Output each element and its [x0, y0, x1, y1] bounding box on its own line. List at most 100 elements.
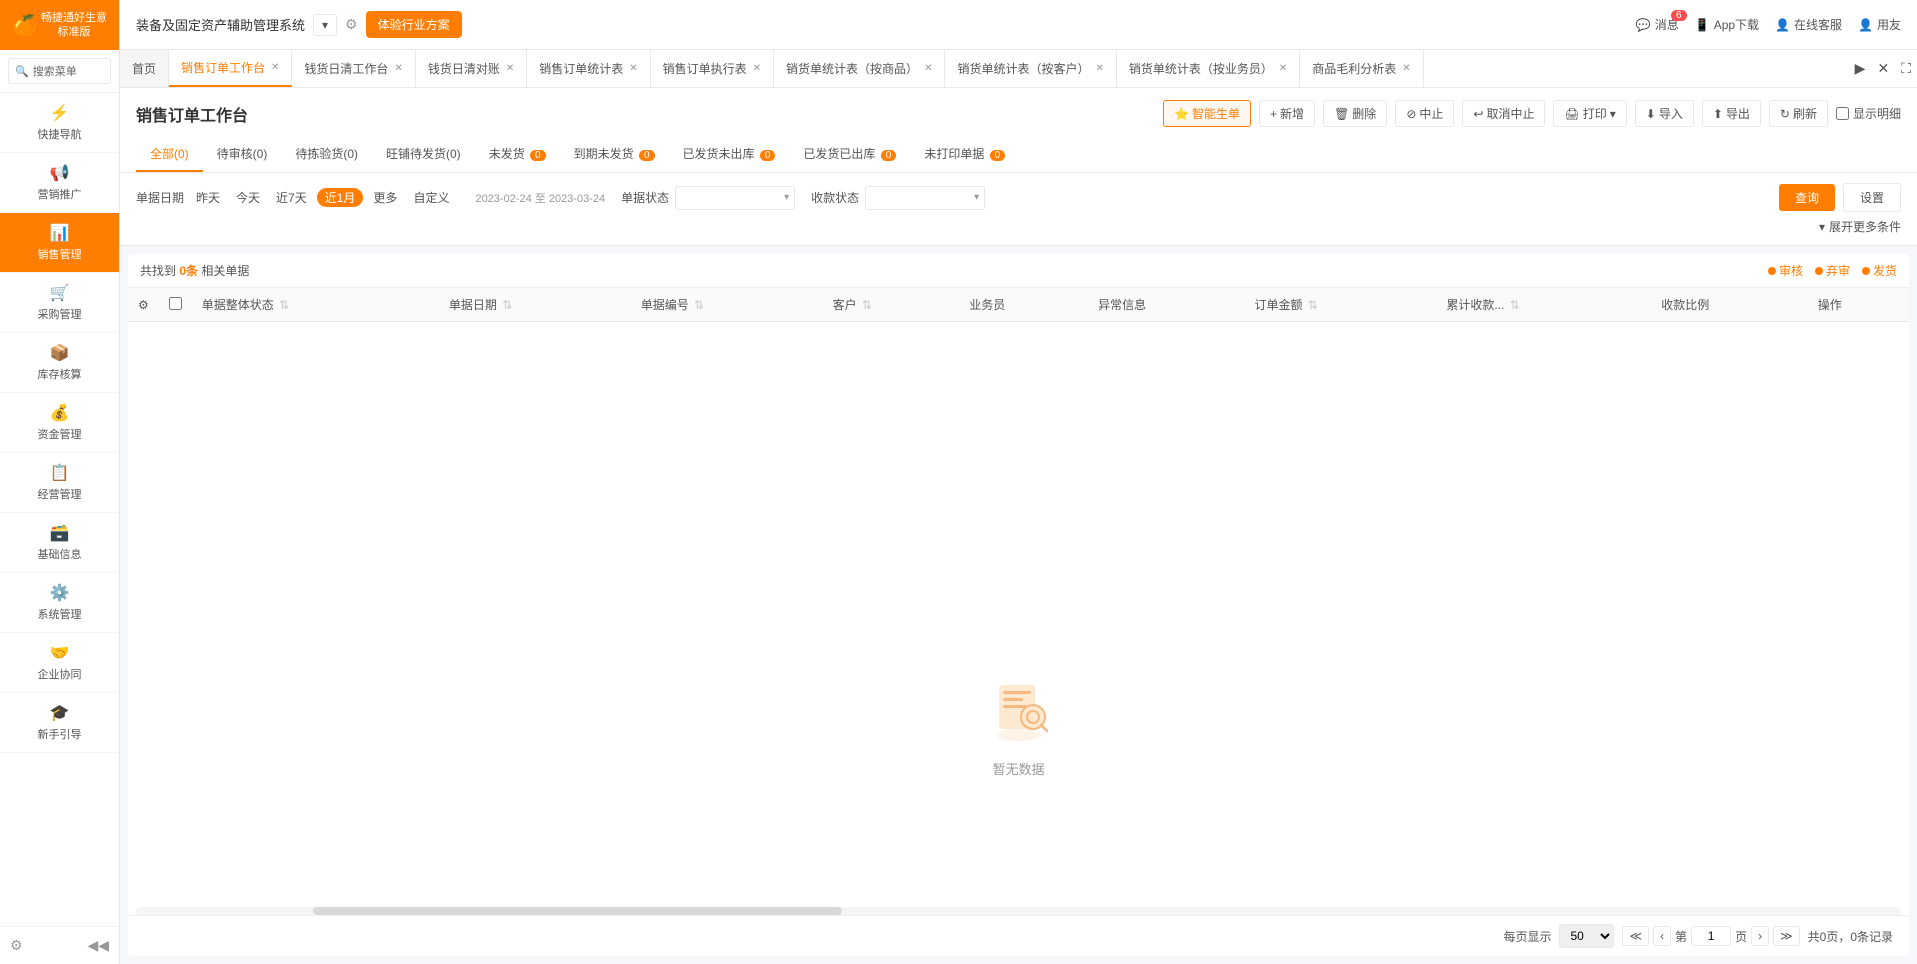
- sub-tab-unshipped[interactable]: 未发货 0: [475, 137, 560, 172]
- tab-home[interactable]: 首页: [120, 50, 169, 87]
- page-next-button[interactable]: ›: [1751, 926, 1769, 946]
- sidebar-item-inventory[interactable]: 📦 库存核算: [0, 333, 119, 393]
- tab-close-by-staff[interactable]: ✕: [1279, 63, 1287, 74]
- sidebar-item-marketing[interactable]: 📢 营销推广: [0, 153, 119, 213]
- show-detail-input[interactable]: [1836, 107, 1849, 120]
- tab-close-reconcile[interactable]: ✕: [506, 63, 514, 74]
- header-gear-button[interactable]: ⚙: [345, 16, 358, 33]
- horizontal-scrollbar[interactable]: [136, 907, 1901, 915]
- tab-sales-workbench[interactable]: 销售订单工作台 ✕: [169, 50, 292, 87]
- sort-icon-customer[interactable]: ⇅: [862, 298, 872, 312]
- date-7days-btn[interactable]: 近7天: [270, 187, 313, 208]
- page-prev-button[interactable]: ‹: [1653, 926, 1671, 946]
- sub-tab-expired[interactable]: 到期未发货 0: [560, 137, 669, 172]
- date-1month-btn[interactable]: 近1月: [317, 188, 364, 207]
- tab-close-cash-daily[interactable]: ✕: [394, 63, 402, 74]
- sub-tab-all[interactable]: 全部(0): [136, 137, 203, 172]
- tab-close-by-product[interactable]: ✕: [924, 63, 932, 74]
- add-button[interactable]: + 新增: [1259, 100, 1315, 127]
- tab-close-exec[interactable]: ✕: [753, 63, 761, 74]
- sort-icon-status[interactable]: ⇅: [279, 298, 289, 312]
- search-menu-button[interactable]: 🔍 搜索菜单: [8, 58, 111, 84]
- page-size-label: 每页显示: [1503, 928, 1551, 945]
- sub-tab-shipped-out[interactable]: 已发货已出库 0: [789, 137, 910, 172]
- message-button[interactable]: 💬 消息 6: [1636, 16, 1679, 33]
- service-button[interactable]: 👤 在线客服: [1775, 16, 1842, 33]
- th-payment-ratio: 收款比例: [1651, 288, 1807, 322]
- sidebar-item-finance[interactable]: 💰 资金管理: [0, 393, 119, 453]
- ship-action-button[interactable]: 发货: [1862, 262, 1897, 279]
- experience-button[interactable]: 体验行业方案: [366, 11, 462, 38]
- review-action-button[interactable]: 审核: [1768, 262, 1803, 279]
- sidebar-item-operation[interactable]: 📋 经营管理: [0, 453, 119, 513]
- date-custom-btn[interactable]: 自定义: [407, 187, 455, 208]
- page-last-button[interactable]: ≫: [1773, 926, 1800, 946]
- export-button[interactable]: ⬆ 导出: [1702, 100, 1761, 127]
- tab-reconcile[interactable]: 钱货日清对账 ✕: [416, 50, 527, 87]
- sidebar-collapse-button[interactable]: ◀◀: [87, 937, 109, 954]
- user-button[interactable]: 👤 用友: [1858, 16, 1901, 33]
- page-number-input[interactable]: [1691, 926, 1731, 946]
- tab-maximize-button[interactable]: ⛶: [1895, 60, 1917, 77]
- sidebar-item-enterprise[interactable]: 🤝 企业协同: [0, 633, 119, 693]
- tab-close-all-button[interactable]: ✕: [1871, 60, 1895, 77]
- sidebar-item-purchase[interactable]: 🛒 采购管理: [0, 273, 119, 333]
- date-yesterday-btn[interactable]: 昨天: [190, 187, 226, 208]
- tab-margin-analysis[interactable]: 商品毛利分析表 ✕: [1300, 50, 1423, 87]
- filter-actions: 查询 设置: [1779, 183, 1901, 212]
- th-settings[interactable]: ⚙: [128, 288, 159, 322]
- page-first-button[interactable]: ≪: [1622, 926, 1649, 946]
- refresh-button[interactable]: ↻ 刷新: [1769, 100, 1828, 127]
- tab-sales-stats[interactable]: 销售订单统计表 ✕: [527, 50, 650, 87]
- filter-row: 单据日期 昨天 今天 近7天 近1月 更多 自定义 2023-02-24 至 2…: [136, 183, 1901, 212]
- sidebar-item-system[interactable]: ⚙️ 系统管理: [0, 573, 119, 633]
- sidebar-item-guide[interactable]: 🎓 新手引导: [0, 693, 119, 753]
- sub-tab-wangpu[interactable]: 旺铺待发货(0): [372, 137, 475, 172]
- cancel-review-action-button[interactable]: 弃审: [1815, 262, 1850, 279]
- print-button[interactable]: 🖨 打印 ▾: [1553, 100, 1626, 127]
- setting-button[interactable]: 设置: [1843, 183, 1901, 212]
- cancel-stop-button[interactable]: ↩ 取消中止: [1462, 100, 1545, 127]
- select-all-checkbox[interactable]: [169, 297, 182, 310]
- tab-sales-by-product[interactable]: 销货单统计表（按商品） ✕: [774, 50, 945, 87]
- scroll-thumb[interactable]: [313, 907, 843, 915]
- show-detail-checkbox[interactable]: 显示明细: [1836, 105, 1901, 122]
- sub-tab-shipped-not-out[interactable]: 已发货未出库 0: [669, 137, 790, 172]
- sub-tab-not-printed[interactable]: 未打印单据 0: [910, 137, 1019, 172]
- date-more-btn[interactable]: 更多: [367, 187, 403, 208]
- tab-close-stats[interactable]: ✕: [629, 63, 637, 74]
- system-dropdown-button[interactable]: ▾: [313, 14, 337, 36]
- sidebar-settings-button[interactable]: ⚙: [10, 937, 23, 954]
- date-today-btn[interactable]: 今天: [230, 187, 266, 208]
- page-size-select[interactable]: 50 100 200: [1559, 924, 1614, 948]
- delete-button[interactable]: 🗑 删除: [1323, 100, 1387, 127]
- top-header: 装备及固定资产辅助管理系统 ▾ ⚙ 体验行业方案 💬 消息 6 📱 App下载 …: [120, 0, 1917, 50]
- table-scroll-container[interactable]: ⚙ 单据整体状态 ⇅ 单据日期 ⇅: [128, 288, 1909, 538]
- tab-sales-exec[interactable]: 销售订单执行表 ✕: [651, 50, 774, 87]
- payment-select[interactable]: [865, 186, 985, 210]
- sort-icon-cumulative[interactable]: ⇅: [1510, 298, 1520, 312]
- sidebar-item-sales[interactable]: 📊 销售管理: [0, 213, 119, 273]
- app-download-button[interactable]: 📱 App下载: [1695, 16, 1759, 33]
- sort-icon-number[interactable]: ⇅: [694, 298, 704, 312]
- expand-conditions-button[interactable]: ▾ 展开更多条件: [1819, 218, 1901, 235]
- sort-icon-amount[interactable]: ⇅: [1308, 298, 1318, 312]
- tab-sales-by-staff[interactable]: 销货单统计表（按业务员） ✕: [1117, 50, 1300, 87]
- sort-icon-date[interactable]: ⇅: [502, 298, 512, 312]
- import-button[interactable]: ⬇ 导入: [1635, 100, 1694, 127]
- cancel-dot: [1815, 267, 1823, 275]
- tab-sales-by-customer[interactable]: 销货单统计表（按客户） ✕: [945, 50, 1116, 87]
- tab-cash-daily[interactable]: 钱货日清工作台 ✕: [292, 50, 415, 87]
- tab-scroll-right-button[interactable]: ▶: [1849, 60, 1872, 77]
- query-button[interactable]: 查询: [1779, 184, 1835, 211]
- stop-button[interactable]: ⊘ 中止: [1395, 100, 1454, 127]
- sidebar-item-quicknav[interactable]: ⚡ 快捷导航: [0, 93, 119, 153]
- smart-generate-button[interactable]: ⭐ 智能生单: [1163, 100, 1251, 127]
- tab-close-margin[interactable]: ✕: [1402, 63, 1410, 74]
- sidebar-item-basicinfo[interactable]: 🗃️ 基础信息: [0, 513, 119, 573]
- sub-tab-pending-review[interactable]: 待审核(0): [203, 137, 282, 172]
- tab-close-by-customer[interactable]: ✕: [1095, 63, 1103, 74]
- status-select[interactable]: [675, 186, 795, 210]
- sub-tab-pending-check[interactable]: 待拣验货(0): [281, 137, 372, 172]
- tab-close-sales[interactable]: ✕: [271, 62, 279, 73]
